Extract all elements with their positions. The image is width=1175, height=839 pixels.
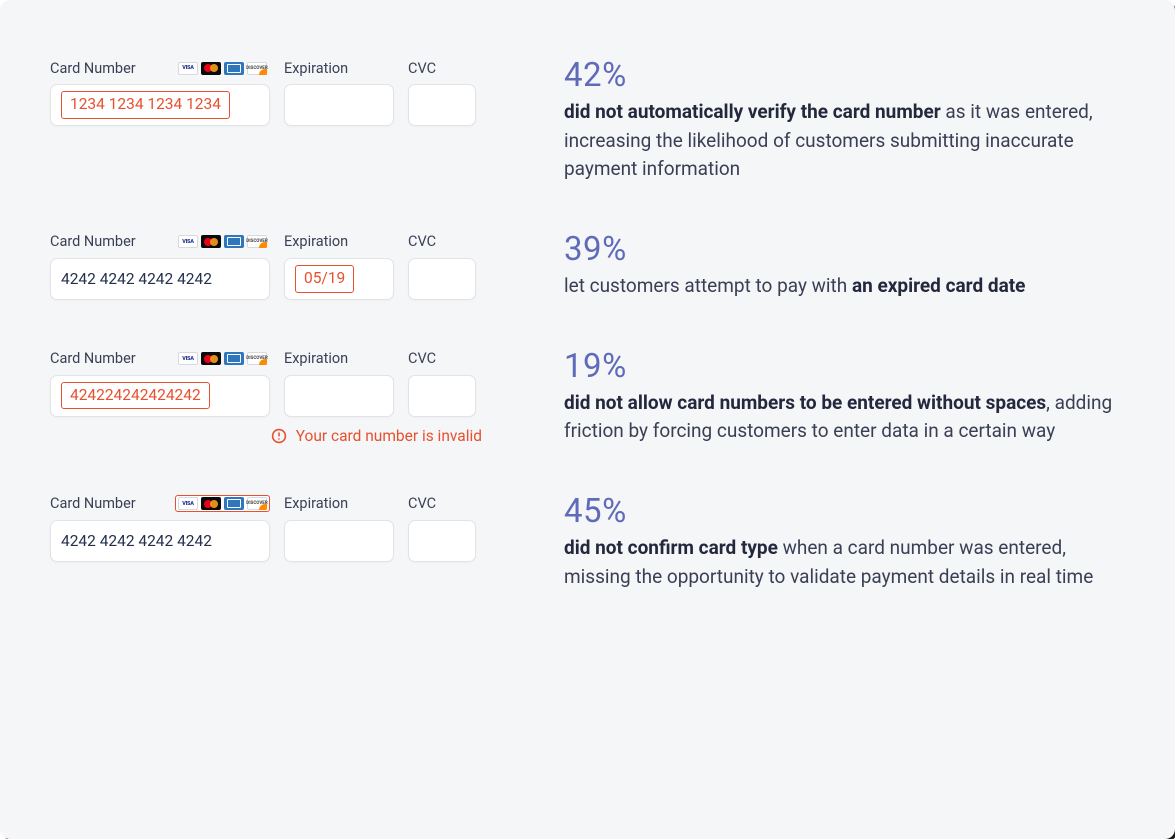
stat-description: did not automatically verify the card nu…	[564, 98, 1129, 184]
error-text: Your card number is invalid	[296, 427, 482, 445]
cvc-input[interactable]	[408, 375, 476, 417]
amex-icon	[224, 352, 244, 365]
amex-icon	[224, 62, 244, 75]
expiration-value: 05/19	[304, 271, 345, 287]
expiration-label: Expiration	[284, 60, 348, 77]
cvc-input[interactable]	[408, 520, 476, 562]
cvc-label: CVC	[408, 350, 436, 367]
stat-row: Card Number VISA DISCOVER 4242 4242 4242…	[50, 494, 1129, 591]
stat-percentage: 39%	[564, 232, 1129, 268]
card-number-value: 4242 4242 4242 4242	[61, 532, 212, 550]
card-number-input[interactable]: 1234 1234 1234 1234	[50, 84, 270, 126]
cvc-input[interactable]	[408, 258, 476, 300]
mastercard-icon	[201, 352, 221, 365]
stat-row: Card Number VISA DISCOVER 42422424242424…	[50, 349, 1129, 446]
discover-icon: DISCOVER	[247, 62, 267, 75]
stat-description: did not allow card numbers to be entered…	[564, 389, 1129, 446]
mastercard-icon	[201, 235, 221, 248]
visa-icon: VISA	[178, 62, 198, 75]
card-number-value: 4242 4242 4242 4242	[61, 270, 212, 288]
cvc-input[interactable]	[408, 84, 476, 126]
alert-icon	[271, 428, 287, 444]
card-brand-icons: VISA DISCOVER	[175, 495, 270, 512]
stat-description: let customers attempt to pay with an exp…	[564, 272, 1129, 301]
error-message: Your card number is invalid	[50, 427, 486, 445]
visa-icon: VISA	[178, 235, 198, 248]
card-number-input[interactable]: 4242 4242 4242 4242	[50, 520, 270, 562]
mastercard-icon	[201, 497, 221, 510]
card-number-label: Card Number	[50, 495, 136, 512]
cvc-label: CVC	[408, 495, 436, 512]
card-number-input[interactable]: 424224242424242	[50, 375, 270, 417]
expiration-input[interactable]	[284, 375, 394, 417]
mastercard-icon	[201, 62, 221, 75]
form-example: Card Number VISA DISCOVER 1234 1234 1234…	[50, 58, 530, 126]
expiration-input[interactable]	[284, 84, 394, 126]
expiration-label: Expiration	[284, 233, 348, 250]
card-number-label: Card Number	[50, 60, 136, 77]
cvc-label: CVC	[408, 60, 436, 77]
stat-percentage: 19%	[564, 349, 1129, 385]
card-brand-icons: VISA DISCOVER	[175, 60, 270, 77]
card-brand-icons: VISA DISCOVER	[175, 350, 270, 367]
stat-description: did not confirm card type when a card nu…	[564, 534, 1129, 591]
stat-percentage: 42%	[564, 58, 1129, 94]
expiration-label: Expiration	[284, 350, 348, 367]
card-number-label: Card Number	[50, 350, 136, 367]
stat-row: Card Number VISA DISCOVER 1234 1234 1234…	[50, 58, 1129, 184]
expiration-input[interactable]: 05/19	[284, 258, 394, 300]
amex-icon	[224, 235, 244, 248]
expiration-label: Expiration	[284, 495, 348, 512]
card-number-input[interactable]: 4242 4242 4242 4242	[50, 258, 270, 300]
form-example: Card Number VISA DISCOVER 42422424242424…	[50, 349, 530, 445]
discover-icon: DISCOVER	[247, 497, 267, 510]
form-example: Card Number VISA DISCOVER 4242 4242 4242…	[50, 232, 530, 300]
form-example: Card Number VISA DISCOVER 4242 4242 4242…	[50, 494, 530, 562]
discover-icon: DISCOVER	[247, 352, 267, 365]
stats-panel: Card Number VISA DISCOVER 1234 1234 1234…	[0, 0, 1175, 839]
card-number-label: Card Number	[50, 233, 136, 250]
discover-icon: DISCOVER	[247, 235, 267, 248]
cvc-label: CVC	[408, 233, 436, 250]
stat-percentage: 45%	[564, 494, 1129, 530]
card-brand-icons: VISA DISCOVER	[175, 233, 270, 250]
card-number-value: 1234 1234 1234 1234	[70, 97, 221, 113]
visa-icon: VISA	[178, 352, 198, 365]
card-number-value: 424224242424242	[70, 388, 201, 404]
expiration-input[interactable]	[284, 520, 394, 562]
visa-icon: VISA	[178, 497, 198, 510]
stat-row: Card Number VISA DISCOVER 4242 4242 4242…	[50, 232, 1129, 301]
amex-icon	[224, 497, 244, 510]
